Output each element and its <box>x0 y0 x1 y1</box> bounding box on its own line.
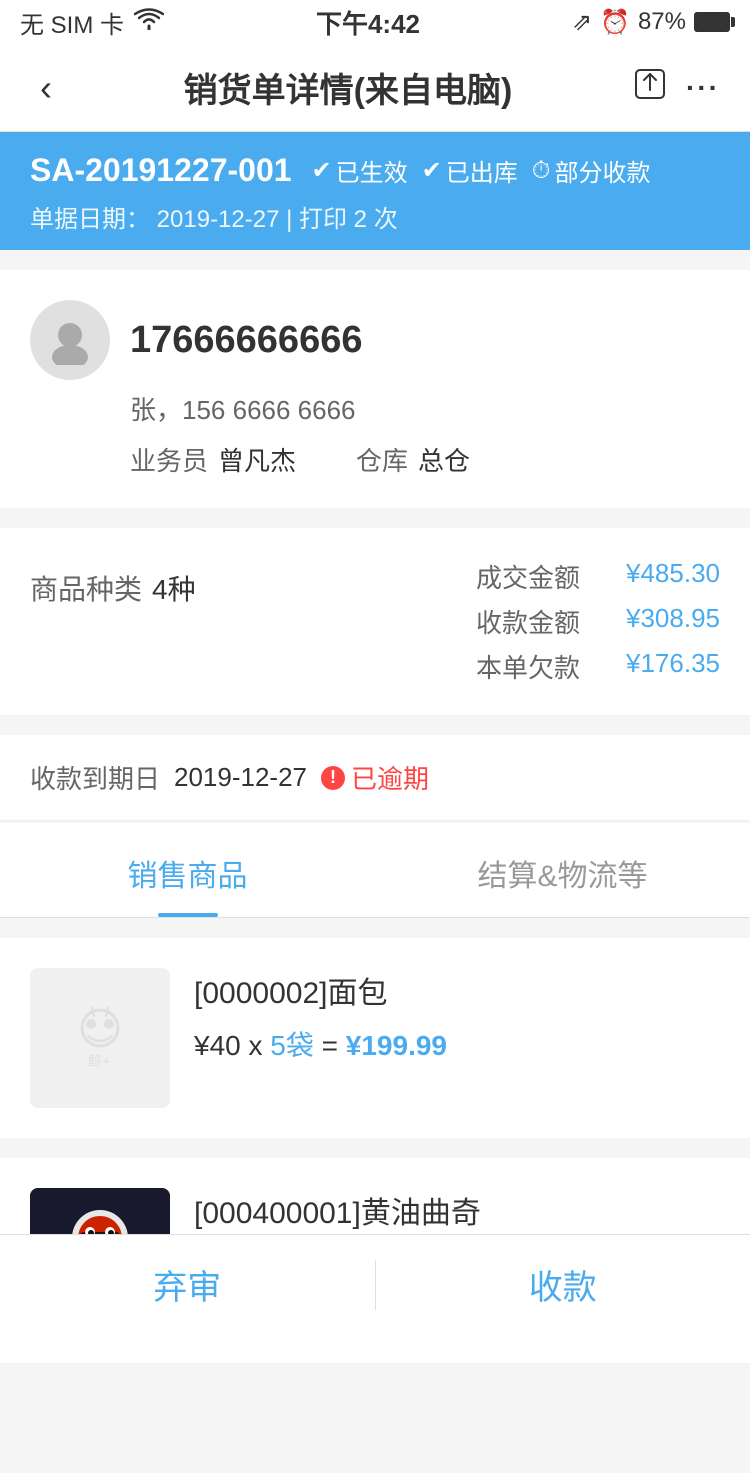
sales-label: 业务员 <box>130 441 208 478</box>
share-button[interactable] <box>634 68 666 108</box>
banner-date-row: 单据日期： 2019-12-27 | 打印 2 次 <box>30 199 720 234</box>
battery-icon <box>694 12 730 32</box>
price-eq-1: = <box>322 1030 346 1061</box>
tab-settlement[interactable]: 结算&物流等 <box>375 823 750 917</box>
type-label: 商品种类 <box>30 568 142 608</box>
reject-button[interactable]: 弃审 <box>0 1240 375 1329</box>
svg-text:鲸+: 鲸+ <box>88 1053 110 1069</box>
overdue-badge: ! 已逾期 <box>321 759 429 796</box>
warehouse-name: 总仓 <box>418 441 470 478</box>
more-button[interactable]: ··· <box>686 72 720 104</box>
debt-label: 本单欠款 <box>476 648 580 685</box>
battery-text: 87% <box>638 8 686 36</box>
page-title: 销货单详情(来自电脑) <box>184 63 513 112</box>
price-total-1: ¥199.99 <box>346 1030 447 1061</box>
status-right: ⇗ ⏰ 87% <box>572 8 730 37</box>
status-time: 下午4:42 <box>316 4 420 41</box>
status-tags: ✔ 已生效 ✔ 已出库 ⏱ 部分收款 <box>312 153 651 188</box>
status-bar: 无 SIM 卡 下午4:42 ⇗ ⏰ 87% <box>0 0 750 44</box>
received-value: ¥308.95 <box>600 603 720 640</box>
stats-left: 商品种类 4种 <box>30 568 196 608</box>
debt-amount-row: 本单欠款 ¥176.35 <box>476 648 720 685</box>
price-qty-1: 5袋 <box>270 1030 314 1061</box>
customer-row: 17666666666 <box>30 300 720 380</box>
customer-avatar <box>30 300 110 380</box>
overdue-text: 已逾期 <box>351 759 429 796</box>
due-date-section: 收款到期日 2019-12-27 ! 已逾期 <box>0 735 750 821</box>
status-left: 无 SIM 卡 <box>20 5 164 40</box>
header-banner: SA-20191227-001 ✔ 已生效 ✔ 已出库 ⏱ 部分收款 单据日期：… <box>0 132 750 250</box>
back-button[interactable]: ‹ <box>30 57 62 119</box>
product-image-1: 鲸+ <box>30 968 170 1108</box>
order-id: SA-20191227-001 <box>30 152 292 189</box>
order-date: 2019-12-27 <box>157 206 280 233</box>
nav-bar: ‹ 销货单详情(来自电脑) ··· <box>0 44 750 132</box>
wifi-icon <box>134 8 164 37</box>
carrier-text: 无 SIM 卡 <box>20 5 124 40</box>
bottom-bar: 弃审 收款 <box>0 1234 750 1334</box>
overdue-icon: ! <box>321 766 345 790</box>
due-date-value: 2019-12-27 <box>174 762 307 793</box>
product-price-1: ¥40 x 5袋 = ¥199.99 <box>194 1024 720 1064</box>
product-name-2: [000400001]黄油曲奇 <box>194 1188 720 1232</box>
alarm-icon: ⏰ <box>600 8 630 37</box>
type-count: 4种 <box>152 568 196 608</box>
received-amount-row: 收款金额 ¥308.95 <box>476 603 720 640</box>
deal-label: 成交金额 <box>476 558 580 595</box>
product-info-1: [0000002]面包 ¥40 x 5袋 = ¥199.99 <box>194 968 720 1064</box>
warehouse-label: 仓库 <box>356 441 408 478</box>
status-tag-effective: ✔ 已生效 <box>312 153 408 188</box>
debt-value: ¥176.35 <box>600 648 720 685</box>
deal-amount-row: 成交金额 ¥485.30 <box>476 558 720 595</box>
customer-meta: 业务员 曾凡杰 仓库 总仓 <box>130 441 720 478</box>
customer-section: 17666666666 张，156 6666 6666 业务员 曾凡杰 仓库 总… <box>0 270 750 508</box>
list-item: 鲸+ [0000002]面包 ¥40 x 5袋 = ¥199.99 <box>0 938 750 1138</box>
sales-item: 业务员 曾凡杰 <box>130 441 296 478</box>
tab-sales-products[interactable]: 销售商品 <box>0 823 375 917</box>
tabs: 销售商品 结算&物流等 <box>0 823 750 918</box>
check-icon-1: ✔ <box>312 156 332 185</box>
price-x-1: x <box>249 1030 271 1061</box>
nav-actions: ··· <box>634 68 720 108</box>
print-info: | 打印 2 次 <box>286 206 398 233</box>
clock-icon: ⏱ <box>532 157 551 185</box>
deal-value: ¥485.30 <box>600 558 720 595</box>
location-icon: ⇗ <box>572 8 592 37</box>
stats-row: 商品种类 4种 成交金额 ¥485.30 收款金额 ¥308.95 本单欠款 ¥… <box>30 558 720 685</box>
banner-row1: SA-20191227-001 ✔ 已生效 ✔ 已出库 ⏱ 部分收款 <box>30 152 720 189</box>
status-tag-partial: ⏱ 部分收款 <box>532 153 651 188</box>
price-base-1: ¥40 <box>194 1030 241 1061</box>
warehouse-item: 仓库 总仓 <box>356 441 470 478</box>
customer-phone: 17666666666 <box>130 319 362 362</box>
status-tag-shipped: ✔ 已出库 <box>422 153 518 188</box>
sales-name: 曾凡杰 <box>218 441 296 478</box>
stats-section: 商品种类 4种 成交金额 ¥485.30 收款金额 ¥308.95 本单欠款 ¥… <box>0 528 750 715</box>
collect-payment-button[interactable]: 收款 <box>376 1240 750 1329</box>
due-label: 收款到期日 <box>30 759 160 796</box>
customer-name: 张，156 6666 6666 <box>130 390 720 427</box>
check-icon-2: ✔ <box>422 156 442 185</box>
stats-right: 成交金额 ¥485.30 收款金额 ¥308.95 本单欠款 ¥176.35 <box>476 558 720 685</box>
product-name-1: [0000002]面包 <box>194 968 720 1012</box>
date-label: 单据日期： <box>30 206 150 233</box>
received-label: 收款金额 <box>476 603 580 640</box>
